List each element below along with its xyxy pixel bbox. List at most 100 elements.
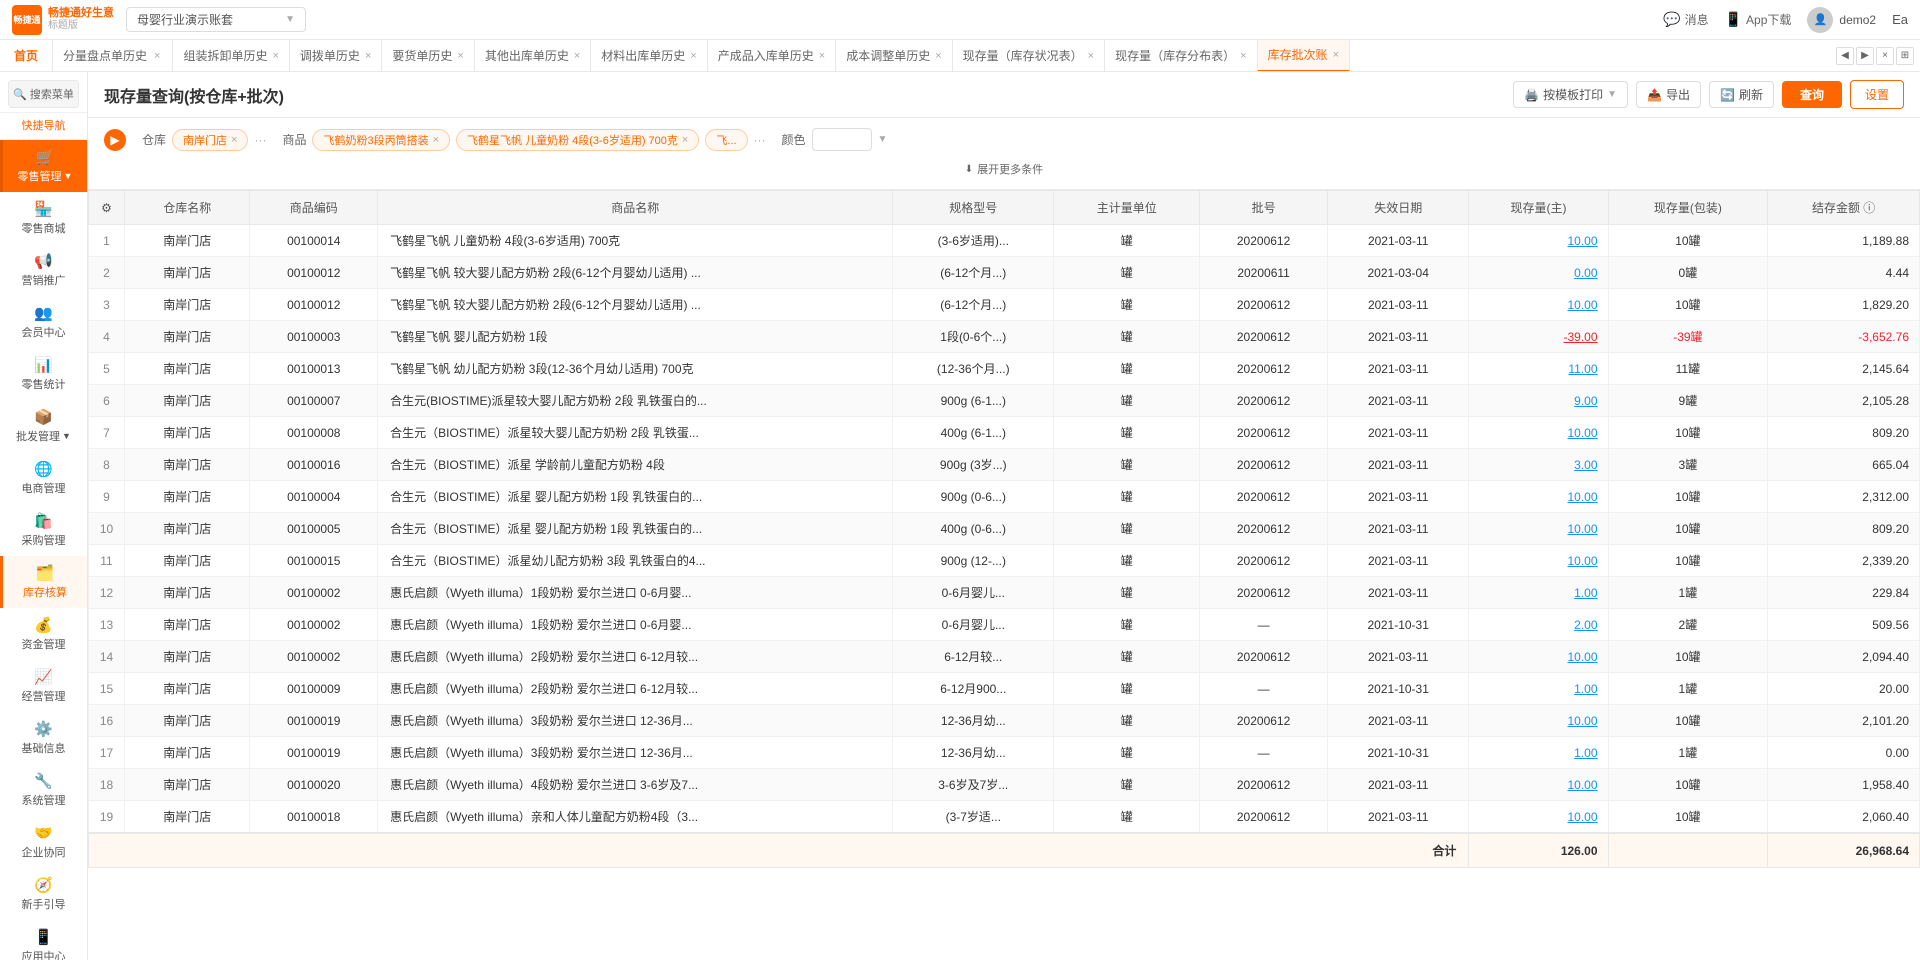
tab-yaohuo[interactable]: 要货单历史 × (382, 40, 474, 72)
tab-menu-btn[interactable]: ⊞ (1896, 47, 1914, 65)
row-warehouse: 南岸门店 (125, 801, 250, 834)
tab-zuhe-close[interactable]: × (272, 50, 278, 62)
row-name: 惠氏启颜（Wyeth illuma）3段奶粉 爱尔兰进口 12-36月... (378, 705, 893, 737)
row-qty[interactable]: 10.00 (1469, 513, 1608, 545)
sidebar-item-enterprise[interactable]: 🤝 企业协同 (0, 816, 87, 868)
phone-icon: 📱 (1725, 11, 1742, 28)
row-qty[interactable]: 10.00 (1469, 641, 1608, 673)
row-qty[interactable]: 1.00 (1469, 673, 1608, 705)
tab-next-btn[interactable]: ▶ (1856, 47, 1874, 65)
messages-btn[interactable]: 💬 消息 (1663, 11, 1708, 28)
tab-kucunpici[interactable]: 库存批次账 × (1258, 40, 1350, 72)
sidebar-item-apps[interactable]: 📱 应用中心 (0, 920, 87, 960)
sidebar-item-retail-mgmt[interactable]: 🛒 零售管理 ▼ (0, 140, 87, 192)
row-batch: 20200612 (1200, 481, 1328, 513)
col-settings[interactable]: ⚙ (89, 191, 125, 225)
row-unit: 罐 (1054, 481, 1200, 513)
row-qty[interactable]: 10.00 (1469, 417, 1608, 449)
row-qty[interactable]: 9.00 (1469, 385, 1608, 417)
tag-close-icon[interactable]: × (433, 134, 439, 146)
tab-cailiao-close[interactable]: × (690, 50, 696, 62)
tab-chengben-close[interactable]: × (935, 50, 941, 62)
row-warehouse: 南岸门店 (125, 737, 250, 769)
tag-close-icon[interactable]: × (682, 134, 688, 146)
print-btn[interactable]: 🖨️ 按模板打印 ▼ (1513, 81, 1628, 108)
row-qty[interactable]: 0.00 (1469, 257, 1608, 289)
product-tag-2[interactable]: 飞鹤星飞帆 儿童奶粉 4段(3-6岁适用) 700克 × (456, 129, 699, 151)
row-qty[interactable]: 2.00 (1469, 609, 1608, 641)
tab-zuhe[interactable]: 组装拆卸单历史 × (173, 40, 289, 72)
tab-xianzailiang2-label: 现存量（库存分布表） (1115, 47, 1235, 64)
page-actions: 🖨️ 按模板打印 ▼ 📤 导出 🔄 刷新 查询 设置 (1513, 80, 1904, 109)
sidebar-item-basic[interactable]: ⚙️ 基础信息 (0, 712, 87, 764)
tab-chengpin[interactable]: 产成品入库单历史 × (708, 40, 836, 72)
settings-btn[interactable]: 设置 (1850, 80, 1904, 109)
tab-fenpan[interactable]: 分量盘点单历史 × (53, 40, 173, 72)
export-btn[interactable]: 📤 导出 (1636, 81, 1701, 108)
query-btn[interactable]: 查询 (1782, 81, 1842, 108)
sidebar-item-purchase[interactable]: 🛍️ 采购管理 (0, 504, 87, 556)
sidebar-item-system[interactable]: 🔧 系统管理 (0, 764, 87, 816)
tab-kucunpici-close[interactable]: × (1333, 49, 1339, 61)
tab-home[interactable]: 首页 (0, 40, 53, 72)
tab-close-all-btn[interactable]: × (1876, 47, 1894, 65)
warehouse-selector[interactable]: 母婴行业演示账套 ▼ (126, 7, 306, 32)
filter-more-icon[interactable]: ··· (254, 133, 266, 147)
tab-xianzailiang2-close[interactable]: × (1240, 50, 1246, 62)
sidebar-search-btn[interactable]: 🔍 搜索菜单 (0, 72, 87, 113)
tab-chengben[interactable]: 成本调整单历史 × (836, 40, 952, 72)
tab-tiaopi-close[interactable]: × (365, 50, 371, 62)
warehouse-tag[interactable]: 南岸门店 × (172, 129, 248, 151)
row-amount: 4.44 (1768, 257, 1920, 289)
product-tag-1[interactable]: 飞鹤奶粉3段丙筒搭装 × (312, 129, 450, 151)
tab-qitachu-close[interactable]: × (574, 50, 580, 62)
sidebar-item-stats[interactable]: 📊 零售统计 (0, 348, 87, 400)
tab-chengpin-close[interactable]: × (819, 50, 825, 62)
row-qty[interactable]: -39.00 (1469, 321, 1608, 353)
tab-xianzailiang2[interactable]: 现存量（库存分布表） × (1105, 40, 1257, 72)
tab-fenpan-close[interactable]: × (152, 50, 162, 62)
row-qty[interactable]: 10.00 (1469, 705, 1608, 737)
sidebar-item-operation[interactable]: 📈 经营管理 (0, 660, 87, 712)
row-expiry: 2021-03-11 (1327, 481, 1468, 513)
row-qty[interactable]: 1.00 (1469, 577, 1608, 609)
row-qty[interactable]: 10.00 (1469, 545, 1608, 577)
row-qty[interactable]: 10.00 (1469, 769, 1608, 801)
row-qty[interactable]: 3.00 (1469, 449, 1608, 481)
sidebar-item-member[interactable]: 👥 会员中心 (0, 296, 87, 348)
row-qty[interactable]: 10.00 (1469, 289, 1608, 321)
sidebar-quicknav-btn[interactable]: 快捷导航 (0, 113, 87, 140)
row-code: 00100002 (250, 609, 378, 641)
tab-cailiao[interactable]: 材料出库单历史 × (591, 40, 707, 72)
app-download-btn[interactable]: 📱 App下载 (1725, 11, 1792, 28)
tab-yaohuo-close[interactable]: × (457, 50, 463, 62)
refresh-btn[interactable]: 🔄 刷新 (1709, 81, 1774, 108)
sidebar-item-inventory[interactable]: 🗂️ 库存核算 (0, 556, 87, 608)
tab-xianzailiang1-close[interactable]: × (1088, 50, 1094, 62)
tab-prev-btn[interactable]: ◀ (1836, 47, 1854, 65)
sidebar-item-ecommerce[interactable]: 🌐 电商管理 (0, 452, 87, 504)
row-qty[interactable]: 10.00 (1469, 225, 1608, 257)
product-filter-more[interactable]: ··· (754, 133, 766, 147)
row-qty[interactable]: 1.00 (1469, 737, 1608, 769)
product-tag-3[interactable]: 飞... (705, 129, 747, 151)
sidebar-item-finance[interactable]: 💰 资金管理 (0, 608, 87, 660)
user-profile[interactable]: 👤 demo2 (1807, 7, 1876, 33)
sidebar-item-retail-store[interactable]: 🏪 零售商城 (0, 192, 87, 244)
tab-xianzailiang1[interactable]: 现存量（库存状况表） × (953, 40, 1105, 72)
filter-expand-arrow[interactable]: ▶ (104, 129, 126, 151)
sidebar-item-guide[interactable]: 🧭 新手引导 (0, 868, 87, 920)
tag-close-icon[interactable]: × (231, 134, 237, 146)
color-input[interactable] (812, 128, 872, 151)
sidebar-item-marketing[interactable]: 📢 营销推广 (0, 244, 87, 296)
sidebar-item-wholesale[interactable]: 📦 批发管理 ▼ (0, 400, 87, 452)
row-no: 3 (89, 289, 125, 321)
row-qty[interactable]: 10.00 (1469, 801, 1608, 834)
row-qty[interactable]: 11.00 (1469, 353, 1608, 385)
tab-tiaopi[interactable]: 调拨单历史 × (290, 40, 382, 72)
row-qty[interactable]: 10.00 (1469, 481, 1608, 513)
expand-more-btn[interactable]: ⬇ 展开更多条件 (104, 155, 1904, 183)
tab-qitachu[interactable]: 其他出库单历史 × (475, 40, 591, 72)
row-no: 8 (89, 449, 125, 481)
row-no: 2 (89, 257, 125, 289)
